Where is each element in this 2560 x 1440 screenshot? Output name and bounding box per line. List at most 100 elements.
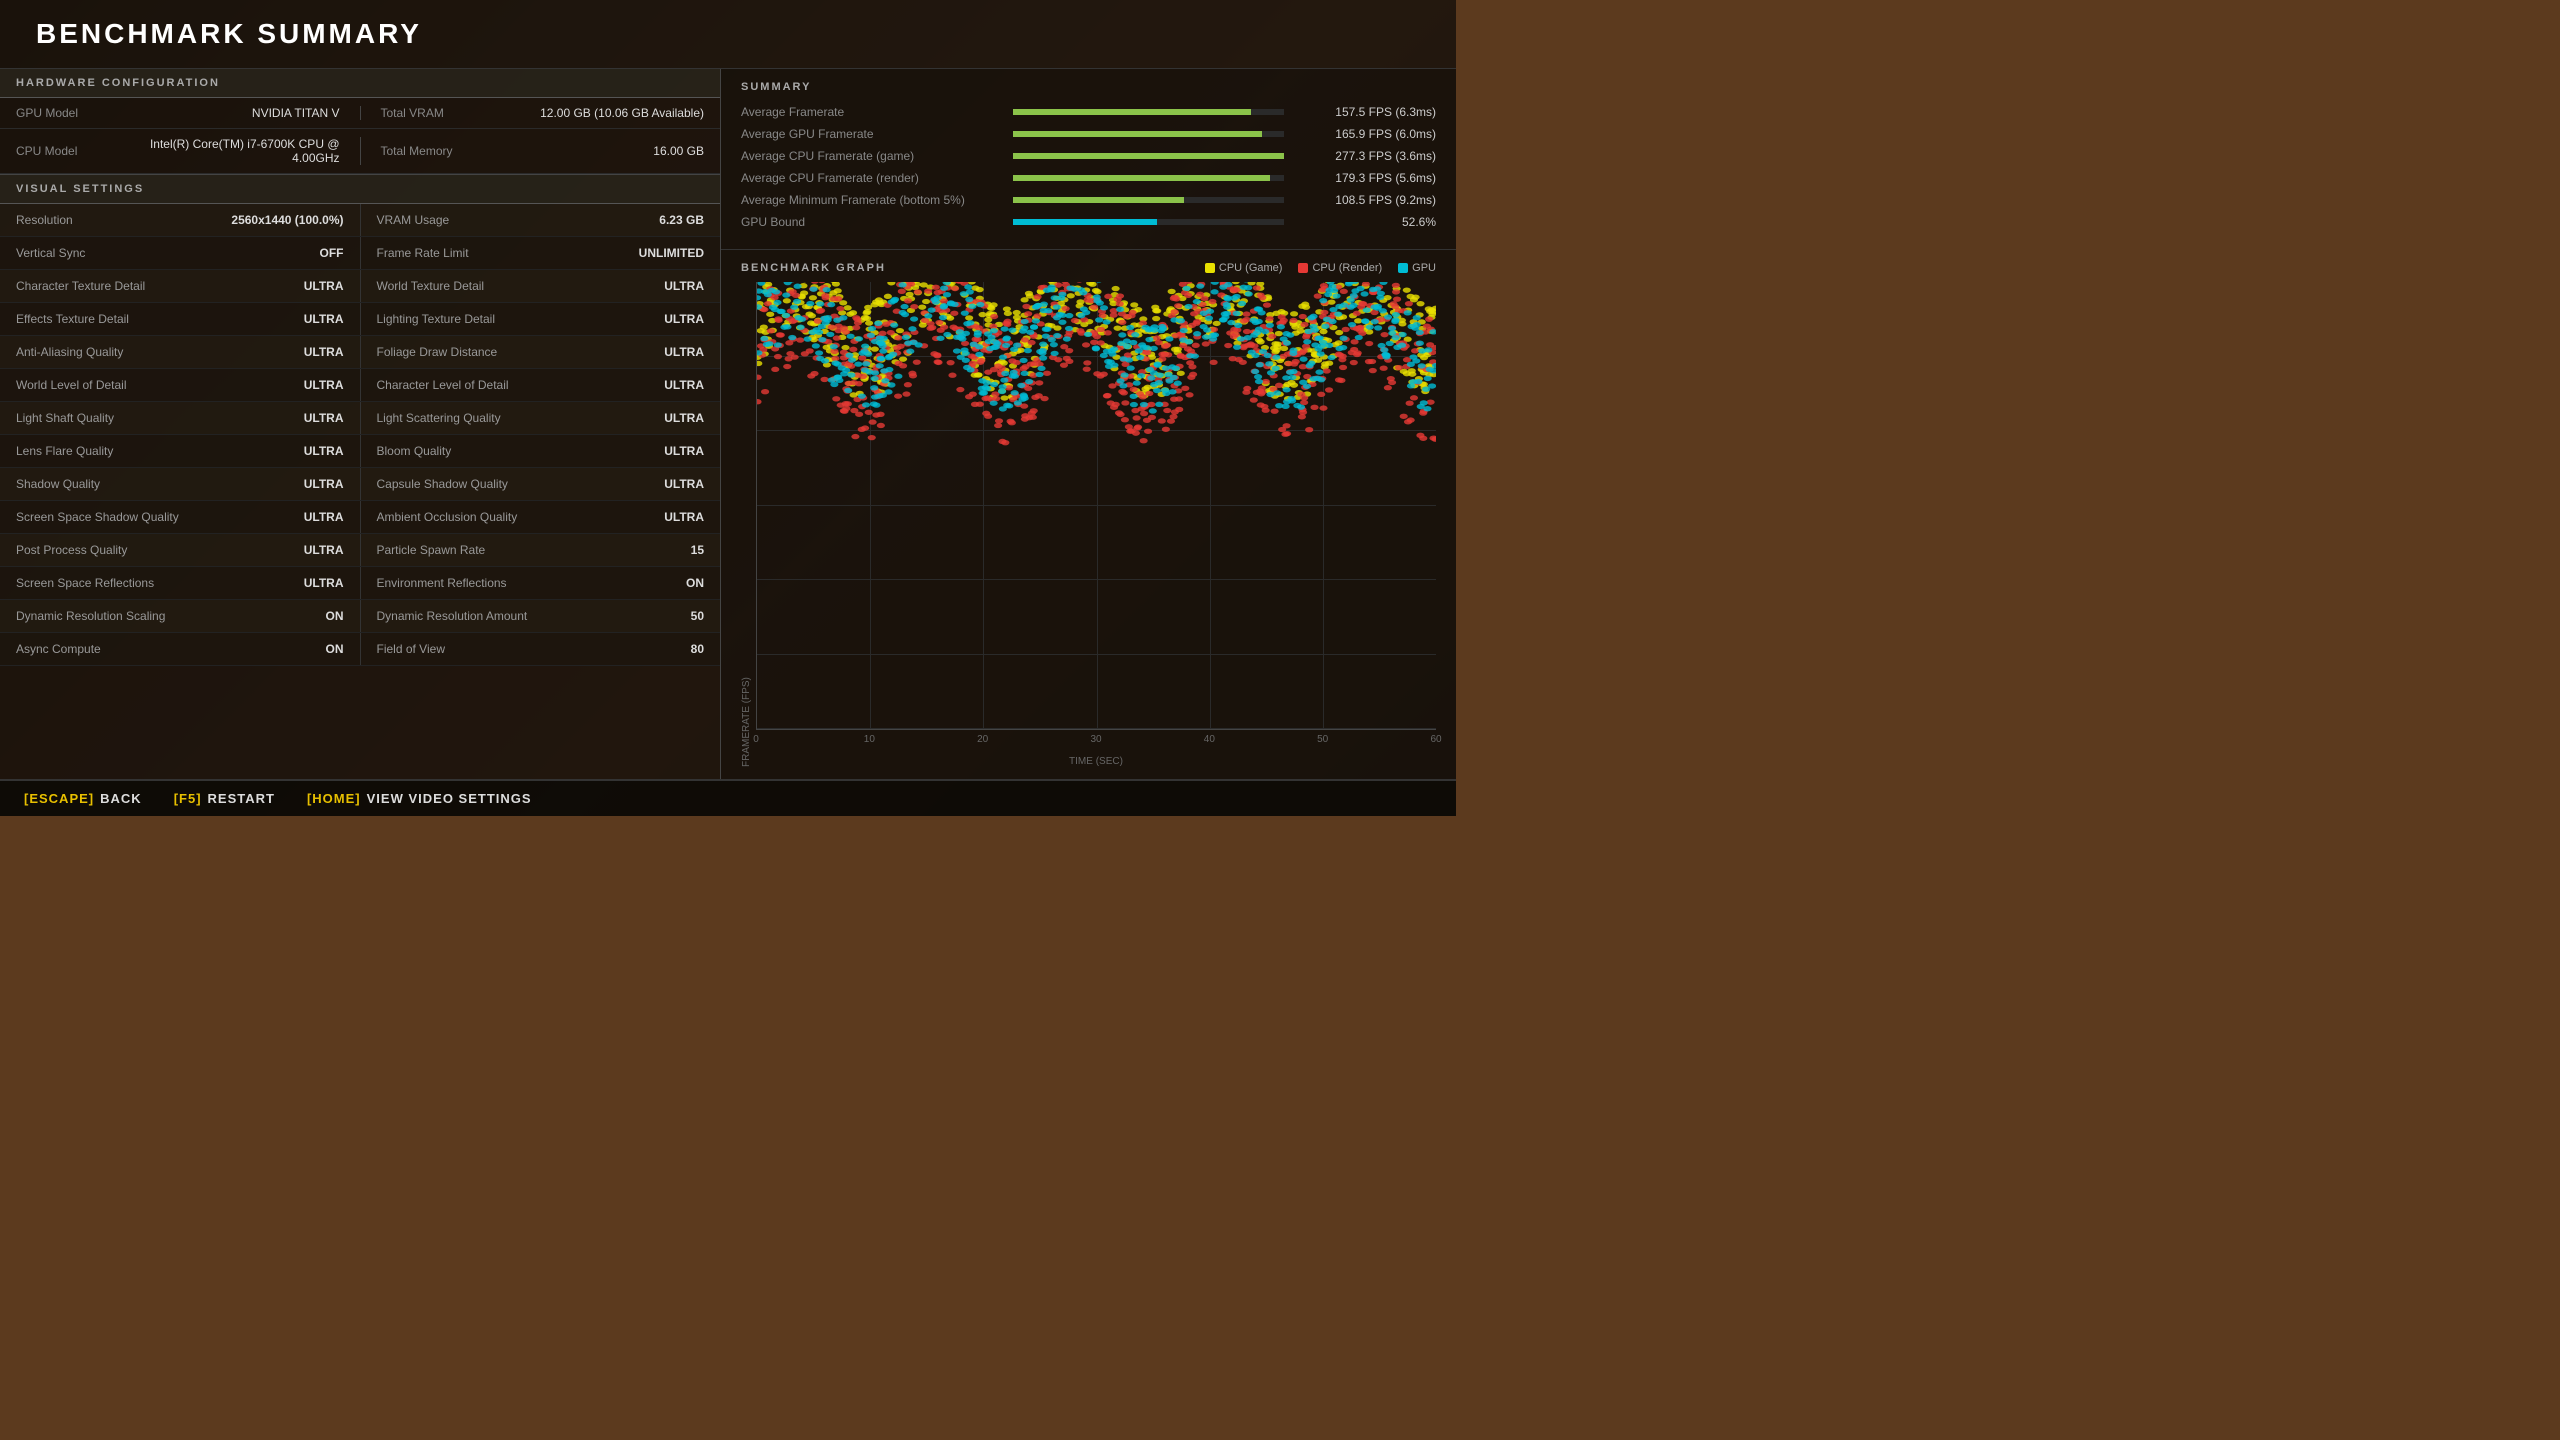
setting-item-right: Character Level of Detail ULTRA [361, 369, 721, 401]
legend-item: CPU (Render) [1298, 262, 1382, 274]
hw-divider2 [360, 137, 361, 165]
settings-row: Screen Space Reflections ULTRA Environme… [0, 567, 720, 600]
settings-row: Dynamic Resolution Scaling ON Dynamic Re… [0, 600, 720, 633]
gpu-label: GPU Model [16, 106, 136, 120]
setting-value: ULTRA [664, 378, 704, 392]
summary-bar-container [1013, 197, 1284, 203]
summary-row: Average CPU Framerate (game) 277.3 FPS (… [741, 149, 1436, 163]
setting-name: Vertical Sync [16, 246, 85, 260]
vram-label: Total VRAM [381, 106, 501, 120]
setting-value: ON [326, 609, 344, 623]
x-grid-label: 20 [977, 734, 988, 745]
summary-bar-container [1013, 175, 1284, 181]
setting-item-left: Anti-Aliasing Quality ULTRA [0, 336, 361, 368]
bottom-button[interactable]: [ESCAPE] BACK [24, 791, 142, 806]
legend-item: CPU (Game) [1205, 262, 1283, 274]
graph-title: BENCHMARK GRAPH [741, 262, 886, 274]
settings-grid: Resolution 2560x1440 (100.0%) VRAM Usage… [0, 204, 720, 779]
setting-name: Shadow Quality [16, 477, 100, 491]
right-panel: SUMMARY Average Framerate 157.5 FPS (6.3… [720, 69, 1456, 779]
setting-item-right: Ambient Occlusion Quality ULTRA [361, 501, 721, 533]
summary-bar-container [1013, 109, 1284, 115]
summary-label: Average Framerate [741, 105, 1001, 119]
btn-label: BACK [100, 791, 142, 806]
setting-item-right: VRAM Usage 6.23 GB [361, 204, 721, 236]
setting-name: Bloom Quality [377, 444, 452, 458]
setting-name: World Texture Detail [377, 279, 485, 293]
setting-item-left: Vertical Sync OFF [0, 237, 361, 269]
summary-value: 179.3 FPS (5.6ms) [1296, 171, 1436, 185]
legend-label: CPU (Render) [1312, 262, 1382, 274]
setting-value: 50 [691, 609, 704, 623]
gpu-value: NVIDIA TITAN V [136, 106, 340, 120]
graph-legend: CPU (Game) CPU (Render) GPU [1205, 262, 1436, 274]
setting-name: Field of View [377, 642, 445, 656]
setting-value: ULTRA [664, 312, 704, 326]
summary-label: Average CPU Framerate (game) [741, 149, 1001, 163]
summary-value: 52.6% [1296, 215, 1436, 229]
setting-item-left: Effects Texture Detail ULTRA [0, 303, 361, 335]
setting-item-right: Light Scattering Quality ULTRA [361, 402, 721, 434]
summary-bar [1013, 197, 1184, 203]
legend-item: GPU [1398, 262, 1436, 274]
summary-label: GPU Bound [741, 215, 1001, 229]
settings-row: Character Texture Detail ULTRA World Tex… [0, 270, 720, 303]
setting-name: Foliage Draw Distance [377, 345, 498, 359]
setting-value: ULTRA [304, 345, 344, 359]
settings-row: Anti-Aliasing Quality ULTRA Foliage Draw… [0, 336, 720, 369]
setting-value: ULTRA [304, 444, 344, 458]
bottom-button[interactable]: [HOME] VIEW VIDEO SETTINGS [307, 791, 532, 806]
settings-row: Post Process Quality ULTRA Particle Spaw… [0, 534, 720, 567]
visual-settings-header: VISUAL SETTINGS [0, 175, 720, 204]
setting-name: Character Level of Detail [377, 378, 509, 392]
setting-value: ULTRA [664, 279, 704, 293]
settings-row: Effects Texture Detail ULTRA Lighting Te… [0, 303, 720, 336]
summary-row: Average Framerate 157.5 FPS (6.3ms) [741, 105, 1436, 119]
cpu-value: Intel(R) Core(TM) i7-6700K CPU @ 4.00GHz [136, 137, 340, 165]
x-grid-label: 10 [864, 734, 875, 745]
visual-settings: VISUAL SETTINGS Resolution 2560x1440 (10… [0, 175, 720, 779]
setting-name: Post Process Quality [16, 543, 127, 557]
x-grid-label: 40 [1204, 734, 1215, 745]
setting-name: Light Scattering Quality [377, 411, 501, 425]
summary-label: Average Minimum Framerate (bottom 5%) [741, 193, 1001, 207]
summary-bar [1013, 109, 1251, 115]
setting-value: ULTRA [304, 312, 344, 326]
setting-value: ULTRA [664, 444, 704, 458]
cpu-label: CPU Model [16, 144, 136, 158]
setting-item-right: Bloom Quality ULTRA [361, 435, 721, 467]
gpu-row: GPU Model NVIDIA TITAN V Total VRAM 12.0… [0, 98, 720, 129]
summary-value: 157.5 FPS (6.3ms) [1296, 105, 1436, 119]
summary-header: SUMMARY [741, 81, 1436, 93]
setting-item-left: Post Process Quality ULTRA [0, 534, 361, 566]
summary-row: Average CPU Framerate (render) 179.3 FPS… [741, 171, 1436, 185]
setting-item-right: Field of View 80 [361, 633, 721, 665]
setting-name: Lens Flare Quality [16, 444, 113, 458]
bottom-button[interactable]: [F5] RESTART [174, 791, 275, 806]
setting-value: 15 [691, 543, 704, 557]
settings-row: Async Compute ON Field of View 80 [0, 633, 720, 666]
y-axis-label: FRAMERATE (FPS) [741, 282, 752, 767]
setting-value: 2560x1440 (100.0%) [231, 213, 343, 227]
cpu-row: CPU Model Intel(R) Core(TM) i7-6700K CPU… [0, 129, 720, 174]
memory-label: Total Memory [381, 144, 501, 158]
key-bracket: [ESCAPE] [24, 791, 94, 806]
summary-bar [1013, 153, 1284, 159]
setting-value: ON [326, 642, 344, 656]
setting-value: ULTRA [304, 411, 344, 425]
setting-item-left: Dynamic Resolution Scaling ON [0, 600, 361, 632]
left-panel: HARDWARE CONFIGURATION GPU Model NVIDIA … [0, 69, 720, 779]
settings-row: Shadow Quality ULTRA Capsule Shadow Qual… [0, 468, 720, 501]
summary-rows: Average Framerate 157.5 FPS (6.3ms) Aver… [741, 105, 1436, 229]
setting-item-left: Character Texture Detail ULTRA [0, 270, 361, 302]
setting-name: Frame Rate Limit [377, 246, 469, 260]
setting-name: Lighting Texture Detail [377, 312, 496, 326]
page-title: BENCHMARK SUMMARY [36, 18, 1420, 50]
setting-name: World Level of Detail [16, 378, 127, 392]
x-axis: 0102030405060 [756, 734, 1436, 754]
setting-name: Effects Texture Detail [16, 312, 129, 326]
setting-item-right: Frame Rate Limit UNLIMITED [361, 237, 721, 269]
setting-item-right: Foliage Draw Distance ULTRA [361, 336, 721, 368]
setting-name: Environment Reflections [377, 576, 507, 590]
setting-name: Screen Space Shadow Quality [16, 510, 179, 524]
